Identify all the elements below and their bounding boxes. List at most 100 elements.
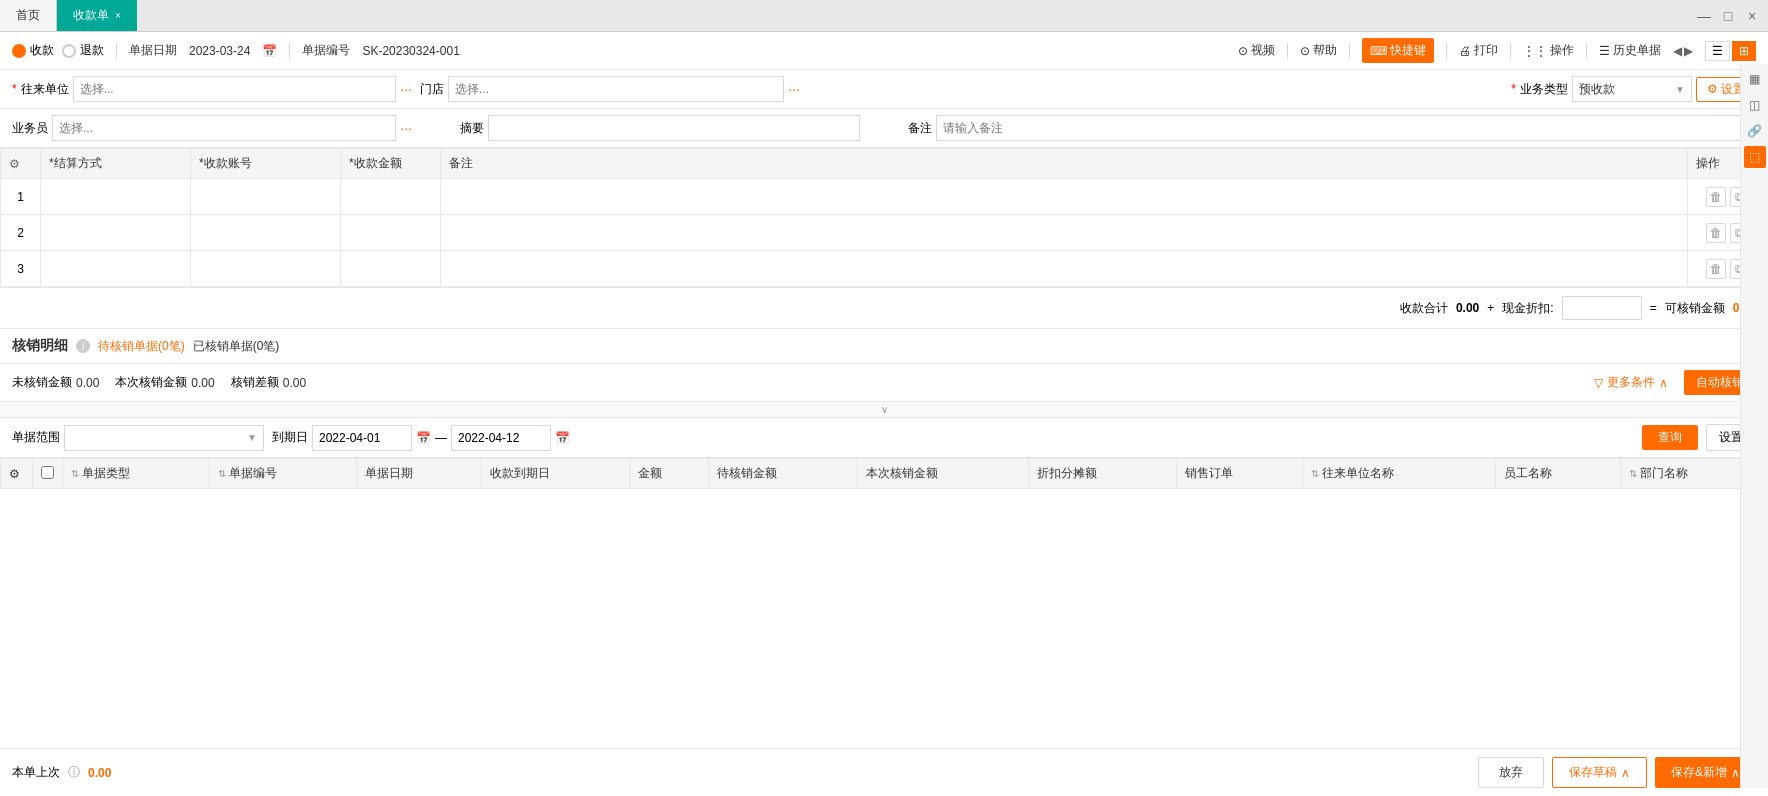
number-value: SK-20230324-001 bbox=[362, 44, 459, 58]
discard-btn[interactable]: 放弃 bbox=[1478, 757, 1544, 788]
query-btn[interactable]: 查询 bbox=[1642, 425, 1698, 450]
biz-type-select[interactable]: 预收款 ▼ bbox=[1572, 76, 1692, 102]
form-row2: 业务员 ··· 摘要 备注 bbox=[0, 109, 1768, 148]
sidebar-icon-active[interactable]: ⬚ bbox=[1744, 146, 1766, 168]
footer: 本单上次 ⓘ 0.00 放弃 保存草稿 ∧ 保存&新增 ∧ bbox=[0, 748, 1768, 796]
tab-close-icon[interactable]: × bbox=[115, 10, 121, 21]
staff-input[interactable] bbox=[52, 115, 396, 141]
save-chevron-icon: ∧ bbox=[1731, 766, 1740, 780]
biz-type-required: * bbox=[1511, 82, 1516, 96]
row3-settle[interactable] bbox=[41, 251, 191, 287]
select-all-checkbox[interactable] bbox=[41, 466, 54, 479]
help-btn[interactable]: ⊙ 帮助 bbox=[1300, 42, 1337, 59]
right-sidebar: ▦ ◫ 🔗 ⬚ bbox=[1740, 64, 1768, 788]
date-label: 单据日期 bbox=[129, 42, 177, 59]
table-gear-icon[interactable]: ⚙ bbox=[9, 157, 20, 171]
table2-gear-icon[interactable]: ⚙ bbox=[9, 467, 20, 481]
total-label: 收款合计 bbox=[1400, 300, 1448, 317]
row2-delete-icon[interactable]: 🗑 bbox=[1706, 223, 1726, 243]
info-icon[interactable]: i bbox=[76, 339, 90, 353]
diff-stat: 核销差额 0.00 bbox=[231, 374, 306, 391]
gear-icon: ⚙ bbox=[1707, 82, 1718, 96]
th-checkbox-col bbox=[33, 459, 63, 489]
sidebar-icon-link[interactable]: 🔗 bbox=[1744, 120, 1766, 142]
row1-account[interactable] bbox=[191, 179, 341, 215]
th-amount-label2: 金额 bbox=[638, 466, 662, 480]
biz-type-group: * 业务类型 预收款 ▼ ⚙ 设置 bbox=[1511, 76, 1756, 102]
th-action-label: 操作 bbox=[1696, 156, 1720, 170]
sidebar-icon-doc[interactable]: ◫ bbox=[1744, 94, 1766, 116]
th-current-amount: 本次核销金额 bbox=[857, 459, 1028, 489]
remark-input[interactable] bbox=[936, 115, 1756, 141]
print-label: 打印 bbox=[1474, 42, 1498, 59]
th-staff: 员工名称 bbox=[1495, 459, 1620, 489]
divider6 bbox=[1510, 43, 1511, 59]
row1-settle[interactable] bbox=[41, 179, 191, 215]
staff-more-icon[interactable]: ··· bbox=[400, 120, 412, 136]
row3-remark[interactable] bbox=[441, 251, 1688, 287]
row2-settle[interactable] bbox=[41, 215, 191, 251]
row1-delete-icon[interactable]: 🗑 bbox=[1706, 187, 1726, 207]
pending-tab[interactable]: 待核销单据(0笔) bbox=[98, 338, 185, 355]
save-new-label: 保存&新增 bbox=[1671, 764, 1727, 781]
row3-delete-icon[interactable]: 🗑 bbox=[1706, 259, 1726, 279]
radio-tuikuan[interactable]: 退款 bbox=[62, 42, 104, 59]
shortcut-btn[interactable]: ⌨ 快捷键 bbox=[1362, 38, 1434, 63]
chevron-up-icon: ∧ bbox=[1659, 376, 1668, 390]
th-dept-label: 部门名称 bbox=[1640, 466, 1688, 480]
store-more-icon[interactable]: ··· bbox=[788, 81, 800, 97]
radio-shoukuan[interactable]: 收款 bbox=[12, 42, 54, 59]
more-conditions-btn[interactable]: ▽ 更多条件 ∧ bbox=[1594, 374, 1668, 391]
order-info-icon[interactable]: ⓘ bbox=[68, 764, 80, 781]
row1-amount[interactable] bbox=[341, 179, 441, 215]
date-value: 2023-03-24 bbox=[189, 44, 250, 58]
counterparty-input[interactable] bbox=[73, 76, 397, 102]
counterparty-group: * 往来单位 ··· bbox=[12, 76, 412, 102]
tab-home[interactable]: 首页 bbox=[0, 0, 57, 31]
top-toolbar: 收款 退款 单据日期 2023-03-24 📅 单据编号 SK-20230324… bbox=[0, 32, 1768, 70]
radio-shoukuan-circle bbox=[12, 44, 26, 58]
date-from-input[interactable] bbox=[312, 425, 412, 451]
operation-btn[interactable]: ⋮⋮ 操作 bbox=[1523, 42, 1574, 59]
print-btn[interactable]: 🖨 打印 bbox=[1459, 42, 1498, 59]
counterparty-more-icon[interactable]: ··· bbox=[400, 81, 412, 97]
calendar-icon[interactable]: 📅 bbox=[262, 44, 277, 58]
th-doc-date-label: 单据日期 bbox=[365, 466, 413, 480]
save-draft-btn[interactable]: 保存草稿 ∧ bbox=[1552, 757, 1647, 788]
row1-remark[interactable] bbox=[441, 179, 1688, 215]
radio-tuikuan-label: 退款 bbox=[80, 42, 104, 59]
minimize-btn[interactable]: — bbox=[1696, 8, 1712, 24]
plus-sign: + bbox=[1487, 301, 1494, 315]
calendar-from-icon[interactable]: 📅 bbox=[416, 431, 431, 445]
close-btn[interactable]: × bbox=[1744, 8, 1760, 24]
date-to-input[interactable] bbox=[451, 425, 551, 451]
main-area: 收款 退款 单据日期 2023-03-24 📅 单据编号 SK-20230324… bbox=[0, 32, 1768, 796]
filter-collapse-indicator: ∨ bbox=[0, 402, 1768, 418]
th-sales-order-label: 销售订单 bbox=[1185, 466, 1233, 480]
current-label: 本次核销金额 bbox=[115, 374, 187, 391]
row2-account[interactable] bbox=[191, 215, 341, 251]
list-view-btn[interactable]: ☰ bbox=[1705, 41, 1730, 61]
calendar-to-icon[interactable]: 📅 bbox=[555, 431, 570, 445]
nav-next[interactable]: ▶ bbox=[1684, 44, 1693, 58]
sidebar-icon-table[interactable]: ▦ bbox=[1744, 68, 1766, 90]
store-input[interactable] bbox=[448, 76, 784, 102]
bottom-table-container[interactable]: ⚙ ⇅ 单据类型 ⇅ 单据编号 bbox=[0, 458, 1768, 748]
history-btn[interactable]: ☰ 历史单据 bbox=[1599, 42, 1661, 59]
tab-shoukuan[interactable]: 收款单 × bbox=[57, 0, 137, 31]
row2-amount[interactable] bbox=[341, 215, 441, 251]
done-tab[interactable]: 已核销单据(0笔) bbox=[193, 338, 280, 355]
row2-remark[interactable] bbox=[441, 215, 1688, 251]
summary-input[interactable] bbox=[488, 115, 860, 141]
discount-input[interactable] bbox=[1562, 296, 1642, 320]
maximize-btn[interactable]: □ bbox=[1720, 8, 1736, 24]
video-btn[interactable]: ⊙ 视频 bbox=[1238, 42, 1275, 59]
row3-amount[interactable] bbox=[341, 251, 441, 287]
range-select[interactable]: ▼ bbox=[64, 425, 264, 451]
grid-view-btn[interactable]: ⊞ bbox=[1732, 41, 1756, 61]
nav-prev[interactable]: ◀ bbox=[1673, 44, 1682, 58]
th-amount: *收款金额 bbox=[341, 149, 441, 179]
th-account: *收款账号 bbox=[191, 149, 341, 179]
th-doc-type-label: 单据类型 bbox=[82, 466, 130, 480]
row3-account[interactable] bbox=[191, 251, 341, 287]
